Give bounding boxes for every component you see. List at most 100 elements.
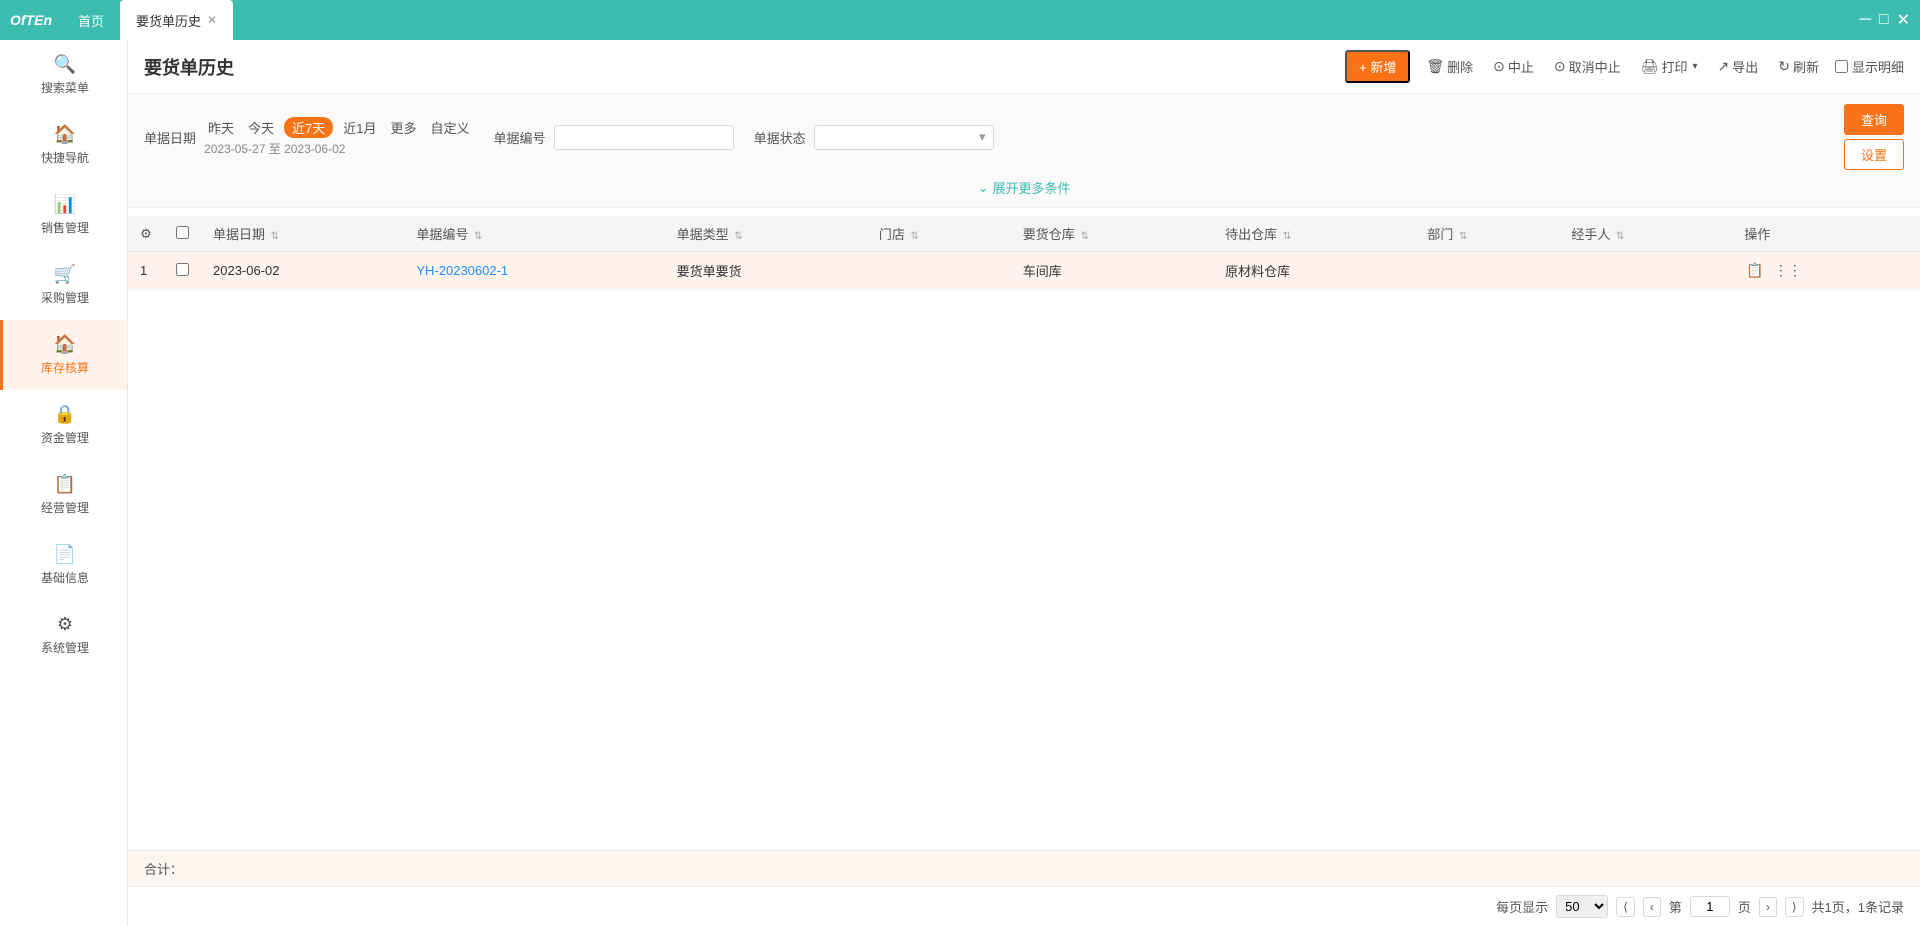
- filter-settings-button[interactable]: 设置: [1844, 139, 1904, 170]
- maximize-button[interactable]: □: [1879, 11, 1889, 29]
- date-range-display: 2023-05-27 至 2023-06-02: [204, 140, 474, 157]
- sidebar-item-operation[interactable]: 📋 经营管理: [0, 460, 127, 530]
- cancel-stop-icon: ⊙: [1554, 58, 1566, 75]
- row-department: [1415, 252, 1559, 290]
- first-page-button[interactable]: ⟨: [1616, 897, 1635, 917]
- row-doc-number: YH-20230602-1: [404, 252, 664, 290]
- col-handler[interactable]: 经手人 ⇅: [1559, 216, 1732, 252]
- next-page-button[interactable]: ›: [1759, 897, 1777, 917]
- minimize-button[interactable]: ─: [1860, 11, 1871, 29]
- doc-number-input[interactable]: [554, 125, 734, 150]
- refresh-button[interactable]: ↻ 刷新: [1774, 55, 1823, 78]
- doc-number-link[interactable]: YH-20230602-1: [416, 263, 508, 278]
- yesterday-shortcut[interactable]: 昨天: [204, 117, 238, 138]
- sidebar-item-quicknav[interactable]: 🏠 快捷导航: [0, 110, 127, 180]
- status-select[interactable]: [814, 125, 994, 150]
- col-doc-number[interactable]: 单据编号 ⇅: [404, 216, 664, 252]
- date-shortcuts-group: 昨天 今天 近7天 近1月 更多 自定义 2023-05-27 至 2023-0…: [204, 117, 474, 157]
- sort-doc-number-icon: ⇅: [474, 231, 482, 242]
- 7days-shortcut[interactable]: 近7天: [284, 117, 333, 138]
- col-settings[interactable]: ⚙: [128, 216, 164, 252]
- print-button[interactable]: 🖨 打印 ▾: [1637, 55, 1702, 78]
- row-checkbox: [164, 252, 201, 290]
- export-icon: ↗: [1717, 58, 1729, 75]
- prev-page-button[interactable]: ‹: [1643, 897, 1661, 917]
- col-checkbox: [164, 216, 201, 252]
- show-detail-checkbox-label[interactable]: 显示明细: [1835, 57, 1904, 76]
- col-doc-date[interactable]: 单据日期 ⇅: [201, 216, 404, 252]
- content-area: 要货单历史 + 新增 🗑 删除 ⊙ 中止 ⊙ 取消中止 🖨: [128, 40, 1920, 926]
- last-page-button[interactable]: ⟩: [1785, 897, 1804, 917]
- sidebar-item-finance[interactable]: 🔒 资金管理: [0, 390, 127, 460]
- sort-req-warehouse-icon: ⇅: [1080, 231, 1088, 242]
- cancel-stop-button[interactable]: ⊙ 取消中止: [1550, 55, 1625, 78]
- page-unit: 页: [1738, 897, 1751, 916]
- window-controls: ─ □ ✕: [1860, 10, 1910, 30]
- stop-button[interactable]: ⊙ 中止: [1489, 55, 1538, 78]
- page-size-label: 每页显示: [1496, 897, 1548, 916]
- expand-more-button[interactable]: ⌄ 展开更多条件: [978, 178, 1071, 197]
- status-filter-group: 单据状态: [754, 125, 994, 150]
- total-label: 合计：: [144, 862, 183, 877]
- basicinfo-icon: 📄: [54, 544, 76, 565]
- col-doc-type[interactable]: 单据类型 ⇅: [665, 216, 867, 252]
- col-store[interactable]: 门店 ⇅: [867, 216, 1011, 252]
- row-handler: [1559, 252, 1732, 290]
- today-shortcut[interactable]: 今天: [244, 117, 278, 138]
- sidebar-item-sales[interactable]: 📊 销售管理: [0, 180, 127, 250]
- query-button[interactable]: 查询: [1844, 104, 1904, 135]
- sidebar-item-purchase[interactable]: 🛒 采购管理: [0, 250, 127, 320]
- table-body: 1 2023-06-02 YH-20230602-1 要货单要货 车间库 原材料…: [128, 252, 1920, 290]
- sidebar-item-system[interactable]: ⚙ 系统管理: [0, 600, 127, 670]
- add-button[interactable]: + 新增: [1345, 50, 1410, 83]
- close-button[interactable]: ✕: [1897, 10, 1910, 30]
- page-size-select[interactable]: 10 20 50 100: [1556, 895, 1608, 918]
- date-filter-group: 单据日期 昨天 今天 近7天 近1月 更多 自定义 2023-05-27 至 2…: [144, 117, 474, 157]
- sidebar-item-inventory[interactable]: 🏠 库存核算: [0, 320, 127, 390]
- sidebar-label-search: 搜索菜单: [41, 79, 89, 96]
- row-doc-date: 2023-06-02: [201, 252, 404, 290]
- chevron-down-icon: ⌄: [978, 180, 989, 196]
- show-detail-checkbox[interactable]: [1835, 60, 1848, 73]
- status-select-wrapper: [814, 125, 994, 150]
- doc-number-filter-group: 单据编号: [494, 125, 734, 150]
- 1month-shortcut[interactable]: 近1月: [339, 117, 380, 138]
- print-dropdown-icon: ▾: [1692, 61, 1697, 72]
- pagination-bar: 每页显示 10 20 50 100 ⟨ ‹ 第 页 › ⟩ 共1页，1条记录: [128, 886, 1920, 926]
- delete-button[interactable]: 🗑 删除: [1422, 55, 1477, 78]
- tab-purchase-history[interactable]: 要货单历史 ✕: [120, 0, 233, 40]
- tab-home[interactable]: 首页: [62, 0, 120, 40]
- table-area: ⚙ 单据日期 ⇅ 单据编号 ⇅ 单据类型: [128, 208, 1920, 850]
- row-action-buttons: 📋 ⋮⋮: [1744, 260, 1908, 281]
- row-edit-button[interactable]: 📋: [1744, 260, 1765, 281]
- row-more-button[interactable]: ⋮⋮: [1772, 260, 1804, 281]
- sidebar-item-search[interactable]: 🔍 搜索菜单: [0, 40, 127, 110]
- page-number-input[interactable]: [1690, 896, 1730, 917]
- sidebar-item-basicinfo[interactable]: 📄 基础信息: [0, 530, 127, 600]
- operation-icon: 📋: [54, 474, 76, 495]
- sort-pending-warehouse-icon: ⇅: [1283, 231, 1291, 242]
- sort-department-icon: ⇅: [1459, 231, 1467, 242]
- more-shortcut[interactable]: 更多: [387, 117, 421, 138]
- filter-area: 单据日期 昨天 今天 近7天 近1月 更多 自定义 2023-05-27 至 2…: [128, 94, 1920, 208]
- col-actions: 操作: [1732, 216, 1920, 252]
- tab-close-icon[interactable]: ✕: [207, 13, 217, 27]
- col-req-warehouse[interactable]: 要货仓库 ⇅: [1011, 216, 1213, 252]
- sort-doc-date-icon: ⇅: [271, 231, 279, 242]
- main-layout: 🔍 搜索菜单 🏠 快捷导航 📊 销售管理 🛒 采购管理 🏠 库存核算 🔒 资金管…: [0, 40, 1920, 926]
- col-department[interactable]: 部门 ⇅: [1415, 216, 1559, 252]
- top-bar: OfTEn 首页 要货单历史 ✕ ─ □ ✕: [0, 0, 1920, 40]
- sort-store-icon: ⇅: [911, 231, 919, 242]
- col-pending-warehouse[interactable]: 待出仓库 ⇅: [1213, 216, 1415, 252]
- date-shortcuts: 昨天 今天 近7天 近1月 更多 自定义: [204, 117, 474, 138]
- print-icon: 🖨: [1641, 58, 1659, 75]
- stop-icon: ⊙: [1493, 58, 1505, 75]
- page-label: 第: [1669, 897, 1682, 916]
- select-all-checkbox[interactable]: [176, 226, 189, 239]
- sidebar-label-operation: 经营管理: [41, 499, 89, 516]
- row-select-checkbox[interactable]: [176, 263, 189, 276]
- custom-shortcut[interactable]: 自定义: [427, 117, 474, 138]
- brand-logo: OfTEn: [10, 12, 52, 28]
- sidebar-label-system: 系统管理: [41, 639, 89, 656]
- export-button[interactable]: ↗ 导出: [1713, 55, 1762, 78]
